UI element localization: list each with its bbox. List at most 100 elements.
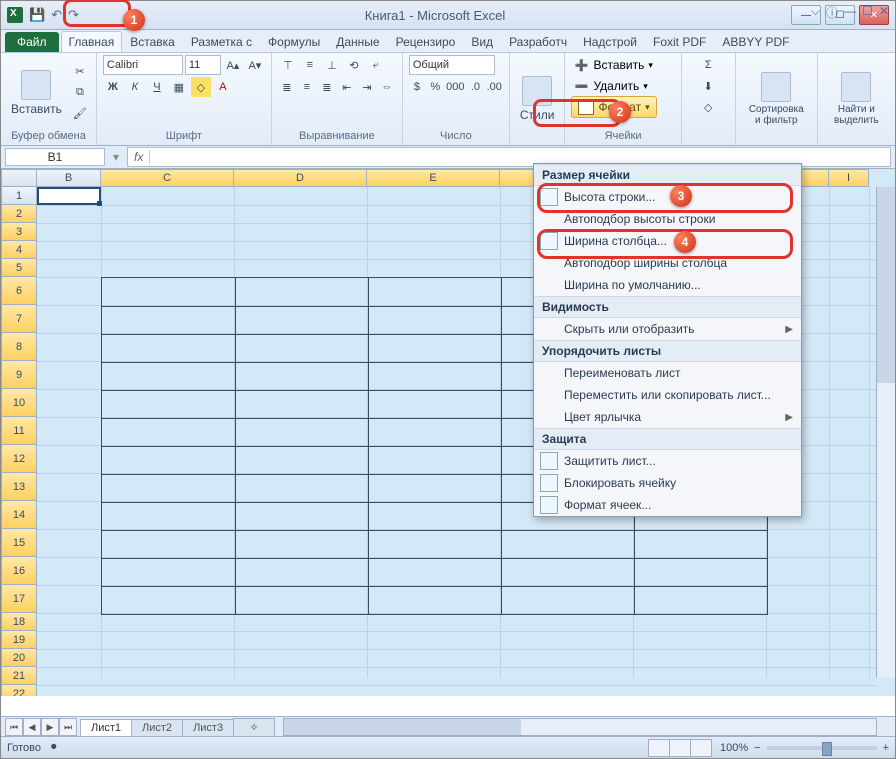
fill-color-button[interactable]: ◇ — [191, 77, 211, 97]
qat-undo-icon[interactable]: ↶ — [51, 7, 62, 23]
tab-abbyy[interactable]: ABBYY PDF — [714, 31, 797, 52]
font-color-button[interactable]: A — [213, 77, 233, 97]
align-top-icon[interactable]: ⊤ — [278, 55, 298, 75]
dropdown-item[interactable]: Переместить или скопировать лист... — [534, 384, 801, 406]
zoom-level[interactable]: 100% — [720, 742, 748, 754]
tab-insert[interactable]: Вставка — [122, 31, 183, 52]
align-center-icon[interactable]: ≡ — [298, 77, 316, 97]
dropdown-item[interactable]: Ширина столбца... — [534, 230, 801, 252]
sort-filter-button[interactable]: Сортировка и фильтр — [742, 70, 811, 128]
dropdown-item[interactable]: Автоподбор ширины столбца — [534, 252, 801, 274]
row-header[interactable]: 1 — [1, 187, 37, 205]
select-all-corner[interactable] — [1, 169, 37, 187]
view-normal-button[interactable] — [648, 739, 670, 757]
row-header[interactable]: 16 — [1, 557, 37, 585]
sheet-tab-1[interactable]: Лист1 — [80, 719, 132, 736]
inc-decimal-icon[interactable]: .0 — [467, 77, 483, 97]
format-painter-icon[interactable]: 🖌 — [70, 104, 90, 124]
dropdown-item[interactable]: Автоподбор высоты строки — [534, 208, 801, 230]
row-header[interactable]: 3 — [1, 223, 37, 241]
minimize-ribbon-icon[interactable]: ⌵ — [811, 4, 820, 21]
tab-formulas[interactable]: Формулы — [260, 31, 328, 52]
indent-inc-icon[interactable]: ⇥ — [358, 77, 376, 97]
qat-save-icon[interactable]: 💾 — [29, 7, 45, 23]
dropdown-item[interactable]: Переименовать лист — [534, 362, 801, 384]
fill-icon[interactable]: ⬇ — [698, 76, 718, 96]
row-header[interactable]: 19 — [1, 631, 37, 649]
sheet-tab-3[interactable]: Лист3 — [182, 719, 234, 736]
border-button[interactable]: ▦ — [169, 77, 189, 97]
fx-icon[interactable]: fx — [128, 150, 150, 164]
align-middle-icon[interactable]: ≡ — [300, 55, 320, 75]
sheet-nav-prev-icon[interactable]: ◀ — [23, 718, 41, 736]
number-format-select[interactable]: Общий — [409, 55, 495, 75]
tab-addins[interactable]: Надстрой — [575, 31, 645, 52]
column-header[interactable]: I — [829, 169, 869, 187]
italic-button[interactable]: К — [125, 77, 145, 97]
row-header[interactable]: 8 — [1, 333, 37, 361]
percent-icon[interactable]: % — [427, 77, 443, 97]
tab-developer[interactable]: Разработч — [501, 31, 575, 52]
dropdown-item[interactable]: Формат ячеек... — [534, 494, 801, 516]
wrap-text-icon[interactable]: ⤶ — [366, 55, 386, 75]
column-header[interactable]: C — [101, 169, 234, 187]
macro-record-icon[interactable]: ⏺ — [51, 741, 57, 754]
font-size-select[interactable]: 11 — [185, 55, 221, 75]
merge-icon[interactable]: ⇔ — [378, 77, 396, 97]
underline-button[interactable]: Ч — [147, 77, 167, 97]
active-cell[interactable] — [37, 187, 101, 205]
copy-icon[interactable]: ⧉ — [70, 83, 90, 103]
row-header[interactable]: 18 — [1, 613, 37, 631]
row-header[interactable]: 11 — [1, 417, 37, 445]
find-select-button[interactable]: Найти и выделить — [824, 70, 889, 128]
tab-foxit[interactable]: Foxit PDF — [645, 31, 714, 52]
horizontal-scrollbar[interactable] — [283, 718, 877, 736]
column-header[interactable]: E — [367, 169, 500, 187]
clear-icon[interactable]: ◇ — [698, 97, 718, 117]
sheet-tab-2[interactable]: Лист2 — [131, 719, 183, 736]
bold-button[interactable]: Ж — [103, 77, 123, 97]
tab-data[interactable]: Данные — [328, 31, 387, 52]
column-header[interactable]: B — [37, 169, 101, 187]
row-header[interactable]: 12 — [1, 445, 37, 473]
dropdown-item[interactable]: Защитить лист... — [534, 450, 801, 472]
sheet-nav-next-icon[interactable]: ▶ — [41, 718, 59, 736]
row-header[interactable]: 4 — [1, 241, 37, 259]
vertical-scrollbar[interactable] — [876, 187, 895, 678]
zoom-in-button[interactable]: + — [883, 742, 889, 754]
sheet-nav-first-icon[interactable]: ⏮ — [5, 718, 23, 736]
name-box-dropdown-icon[interactable]: ▾ — [109, 150, 123, 164]
autosum-icon[interactable]: Σ — [698, 55, 718, 75]
grow-font-icon[interactable]: A▴ — [223, 55, 243, 75]
sheet-nav-last-icon[interactable]: ⏭ — [59, 718, 77, 736]
row-header[interactable]: 13 — [1, 473, 37, 501]
row-header[interactable]: 14 — [1, 501, 37, 529]
row-header[interactable]: 7 — [1, 305, 37, 333]
qat-redo-icon[interactable]: ↷ — [68, 7, 79, 23]
scroll-thumb[interactable] — [284, 719, 521, 735]
file-tab[interactable]: Файл — [5, 32, 59, 52]
delete-cells-button[interactable]: ➖Удалить▾ — [571, 76, 674, 96]
scroll-thumb[interactable] — [877, 187, 895, 383]
row-header[interactable]: 10 — [1, 389, 37, 417]
orientation-icon[interactable]: ⟲ — [344, 55, 364, 75]
row-header[interactable]: 5 — [1, 259, 37, 277]
dropdown-item[interactable]: Ширина по умолчанию... — [534, 274, 801, 296]
dec-decimal-icon[interactable]: .00 — [486, 77, 503, 97]
indent-dec-icon[interactable]: ⇤ — [338, 77, 356, 97]
tab-layout[interactable]: Разметка с — [183, 31, 260, 52]
paste-button[interactable]: Вставить — [7, 68, 66, 118]
doc-restore-icon[interactable]: ☐ — [862, 4, 873, 21]
insert-cells-button[interactable]: ➕Вставить▾ — [571, 55, 674, 75]
dropdown-item[interactable]: Блокировать ячейку — [534, 472, 801, 494]
row-header[interactable]: 17 — [1, 585, 37, 613]
row-header[interactable]: 22 — [1, 685, 37, 696]
cut-icon[interactable]: ✂ — [70, 62, 90, 82]
row-header[interactable]: 15 — [1, 529, 37, 557]
align-left-icon[interactable]: ≣ — [278, 77, 296, 97]
row-header[interactable]: 9 — [1, 361, 37, 389]
view-pagebreak-button[interactable] — [690, 739, 712, 757]
row-header[interactable]: 6 — [1, 277, 37, 305]
dropdown-item[interactable]: Цвет ярлычка▶ — [534, 406, 801, 428]
row-header[interactable]: 2 — [1, 205, 37, 223]
